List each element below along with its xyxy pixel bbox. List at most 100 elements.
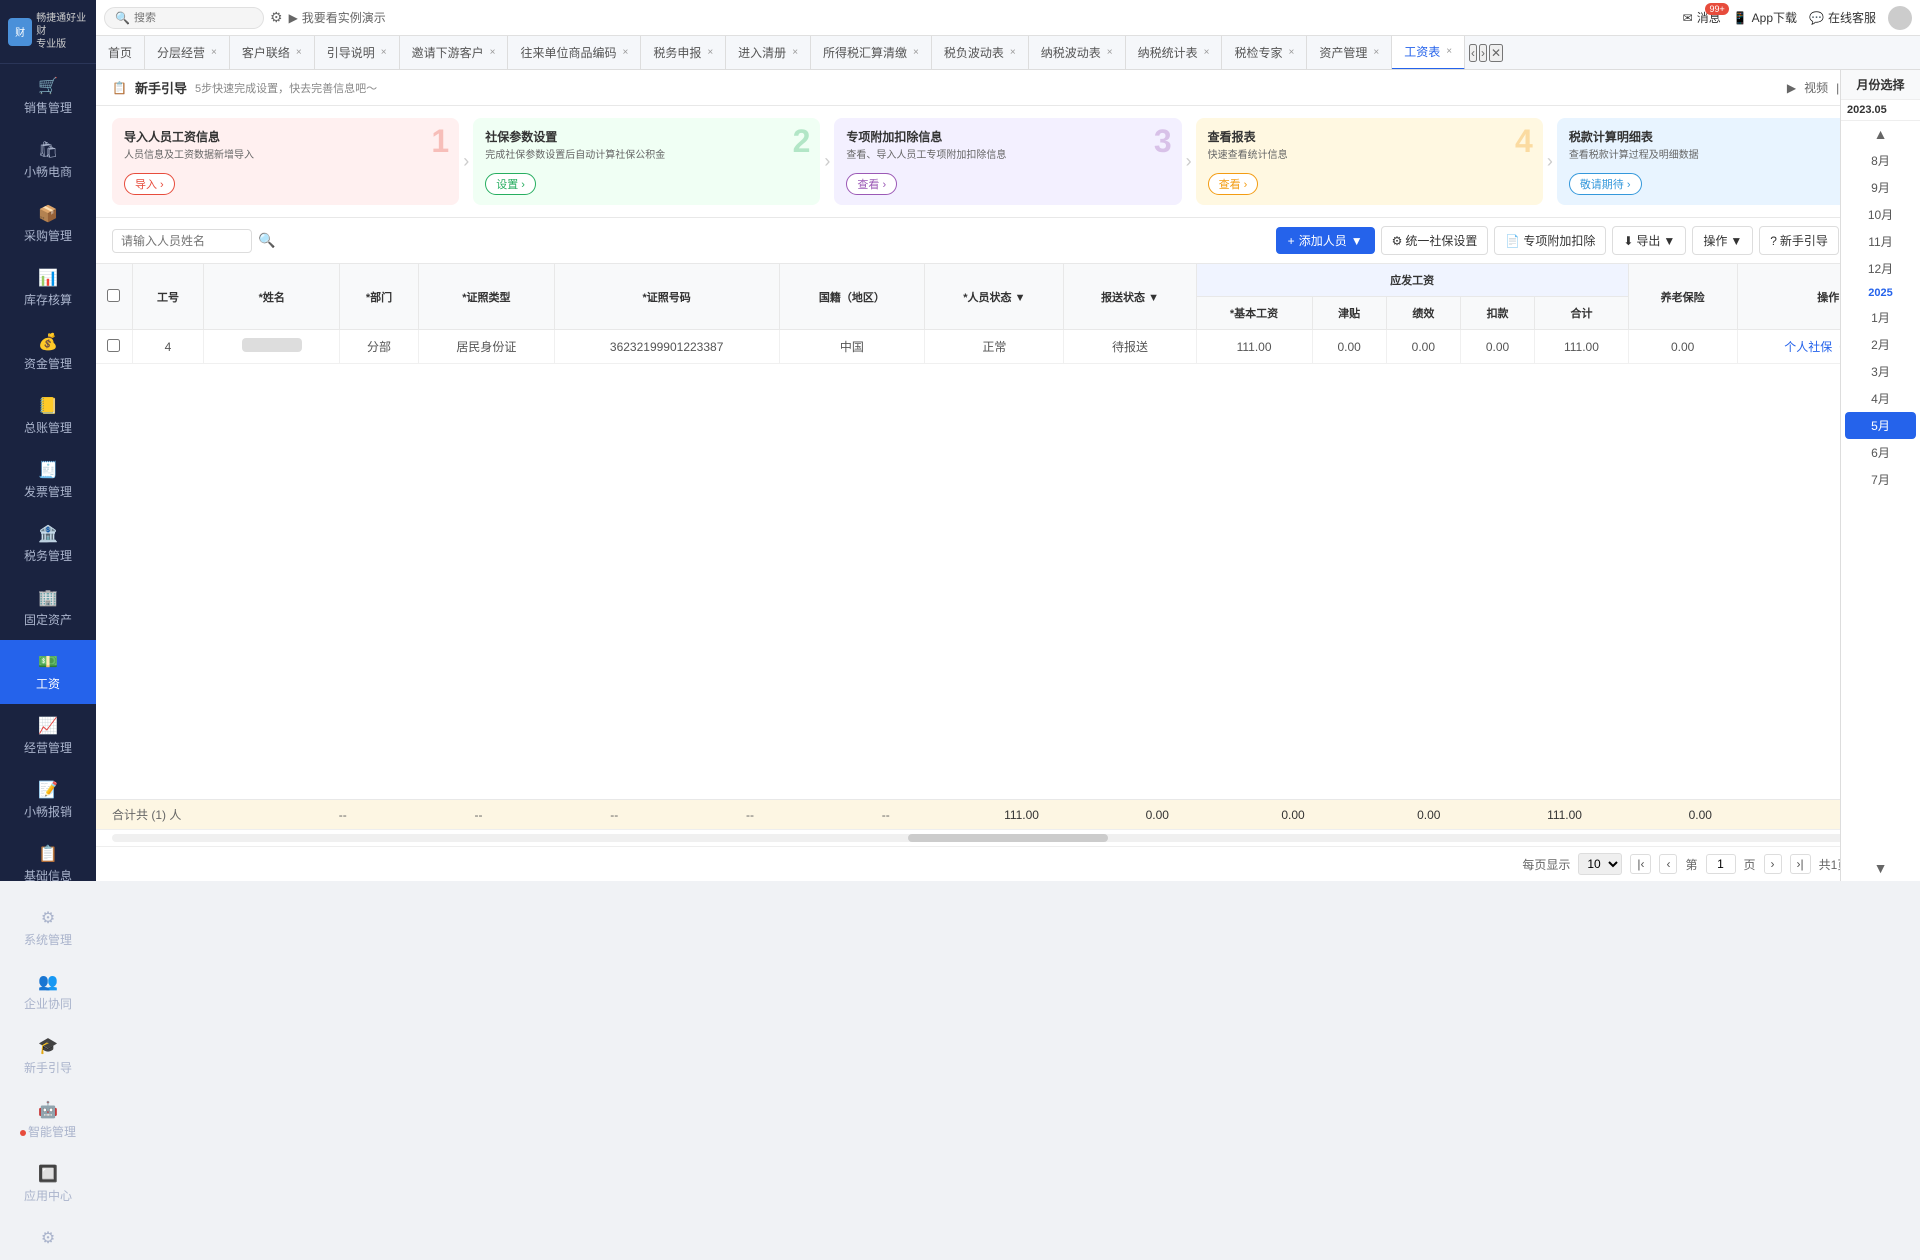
tab-tax-expert[interactable]: 税检专家 × — [1222, 36, 1307, 70]
month-item-1[interactable]: 1月 — [1841, 304, 1920, 331]
step-4-btn[interactable]: 查看 › — [1208, 173, 1259, 195]
demo-link[interactable]: ▶ 我要看实例演示 — [289, 9, 386, 26]
sidebar-item-system[interactable]: ⚙ 系统管理 — [0, 896, 96, 960]
tab-home[interactable]: 首页 — [96, 36, 145, 70]
tab-tax-report[interactable]: 税务申报 × — [641, 36, 726, 70]
tab-nav-prev[interactable]: ‹ — [1469, 44, 1477, 62]
sidebar-item-operations[interactable]: 📈 经营管理 — [0, 704, 96, 768]
month-item-6[interactable]: 6月 — [1841, 439, 1920, 466]
page-number-input[interactable] — [1706, 854, 1736, 874]
step-3: 3 专项附加扣除信息 查看、导入人员工专项附加扣除信息 查看 › — [834, 118, 1181, 205]
employee-search-button[interactable]: 🔍 — [258, 232, 275, 249]
step-1-btn[interactable]: 导入 › — [124, 173, 175, 195]
step-2-btn[interactable]: 设置 › — [485, 173, 536, 195]
tab-tax-stat-close[interactable]: × — [1107, 47, 1113, 58]
tab-clearance[interactable]: 进入清册 × — [726, 36, 811, 70]
horizontal-scrollbar[interactable] — [96, 829, 1920, 846]
month-item-7[interactable]: 7月 — [1841, 466, 1920, 493]
sidebar-item-purchase[interactable]: 📦 采购管理 — [0, 192, 96, 256]
month-item-11[interactable]: 11月 — [1841, 228, 1920, 255]
month-item-10[interactable]: 10月 — [1841, 201, 1920, 228]
page-prev-btn[interactable]: ‹ — [1659, 854, 1677, 874]
sidebar-item-ecommerce[interactable]: 🛍 小畅电商 — [0, 128, 96, 192]
row-checkbox[interactable] — [107, 339, 120, 352]
sidebar-item-app-center[interactable]: 🔲 应用中心 — [0, 1152, 96, 1216]
page-last-btn[interactable]: ›| — [1790, 854, 1811, 874]
app-logo: 财 畅捷通好业财专业版 — [0, 0, 96, 64]
month-item-4[interactable]: 4月 — [1841, 385, 1920, 412]
sidebar-item-inventory[interactable]: 📊 库存核算 — [0, 256, 96, 320]
sidebar-item-guide[interactable]: 🎓 新手引导 — [0, 1024, 96, 1088]
month-item-8[interactable]: 8月 — [1841, 147, 1920, 174]
scrollbar-thumb[interactable] — [908, 834, 1108, 842]
tab-tax-exempt-close[interactable]: × — [1010, 47, 1016, 58]
tab-nav-next[interactable]: › — [1479, 44, 1487, 62]
tab-asset[interactable]: 资产管理 × — [1307, 36, 1392, 70]
tab-asset-close[interactable]: × — [1373, 47, 1379, 58]
tab-invite-close[interactable]: × — [490, 47, 496, 58]
tab-customer-close[interactable]: × — [296, 47, 302, 58]
page-first-btn[interactable]: |‹ — [1630, 854, 1651, 874]
guide-video-label[interactable]: 视频 — [1804, 79, 1828, 96]
sidebar-item-basic[interactable]: 📋 基础信息 — [0, 832, 96, 896]
employee-search-input[interactable] — [112, 229, 252, 253]
tab-customer[interactable]: 客户联络 × — [230, 36, 315, 70]
social-settings-button[interactable]: ⚙ 统一社保设置 — [1381, 226, 1489, 255]
sidebar-item-finance[interactable]: 💰 资金管理 — [0, 320, 96, 384]
tab-tax-exempt[interactable]: 税负波动表 × — [932, 36, 1029, 70]
select-all-checkbox[interactable] — [107, 289, 120, 302]
tab-clearance-close[interactable]: × — [792, 47, 798, 58]
month-item-3[interactable]: 3月 — [1841, 358, 1920, 385]
tab-guide-close[interactable]: × — [381, 47, 387, 58]
sidebar-item-tax[interactable]: 🏦 税务管理 — [0, 512, 96, 576]
tab-tier-close[interactable]: × — [211, 47, 217, 58]
app-download-button[interactable]: 📱 App下载 — [1733, 9, 1797, 26]
tab-tax-calc-close[interactable]: × — [913, 47, 919, 58]
new-guide-button[interactable]: ? 新手引导 — [1759, 226, 1839, 255]
tab-tax-report-close[interactable]: × — [707, 47, 713, 58]
sidebar-item-payroll[interactable]: 💵 工资 — [0, 640, 96, 704]
search-input[interactable] — [134, 12, 234, 24]
tab-nav-close-all[interactable]: ✕ — [1489, 44, 1503, 62]
special-deduction-button[interactable]: 📄 专项附加扣除 — [1494, 226, 1606, 255]
gear-icon[interactable]: ⚙ — [270, 9, 283, 26]
page-size-select[interactable]: 10 20 50 — [1578, 853, 1622, 875]
tab-tier[interactable]: 分层经营 × — [145, 36, 230, 70]
tab-guide[interactable]: 引导说明 × — [315, 36, 400, 70]
avatar[interactable] — [1888, 6, 1912, 30]
tab-invite[interactable]: 邀请下游客户 × — [400, 36, 509, 70]
step-3-btn[interactable]: 查看 › — [846, 173, 897, 195]
month-item-9[interactable]: 9月 — [1841, 174, 1920, 201]
tab-tax-count-close[interactable]: × — [1204, 47, 1210, 58]
topbar-search-box[interactable]: 🔍 — [104, 7, 264, 29]
tab-goods-code-close[interactable]: × — [622, 47, 628, 58]
sidebar-item-fixed-assets[interactable]: 🏢 固定资产 — [0, 576, 96, 640]
tab-goods-code[interactable]: 往来单位商品编码 × — [508, 36, 641, 70]
page-next-btn[interactable]: › — [1764, 854, 1782, 874]
month-prev-btn[interactable]: ▲ — [1871, 124, 1891, 144]
add-employee-button[interactable]: + 添加人员 ▼ — [1276, 227, 1375, 254]
sidebar-item-smart[interactable]: 🤖 智能管理 — [0, 1088, 96, 1152]
tab-payroll[interactable]: 工资表 × — [1392, 36, 1465, 70]
tab-tax-stat[interactable]: 纳税波动表 × — [1029, 36, 1126, 70]
message-button[interactable]: ✉ 消息 99+ — [1683, 9, 1721, 26]
month-item-5[interactable]: 5月 — [1845, 412, 1916, 439]
sidebar-item-report[interactable]: 📝 小畅报销 — [0, 768, 96, 832]
tab-payroll-close[interactable]: × — [1446, 46, 1452, 57]
sidebar-item-settings[interactable]: ⚙ — [0, 1216, 96, 1260]
sidebar-item-sales[interactable]: 🛒 销售管理 — [0, 64, 96, 128]
export-button[interactable]: ⬇ 导出 ▼ — [1612, 226, 1686, 255]
month-item-2[interactable]: 2月 — [1841, 331, 1920, 358]
tab-tax-expert-close[interactable]: × — [1288, 47, 1294, 58]
operations-button[interactable]: 操作 ▼ — [1692, 226, 1753, 255]
action-social[interactable]: 个人社保 — [1784, 340, 1832, 354]
step-5-btn[interactable]: 敬请期待 › — [1569, 173, 1642, 195]
sidebar-item-ledger[interactable]: 📒 总账管理 — [0, 384, 96, 448]
sidebar-item-collab[interactable]: 👥 企业协同 — [0, 960, 96, 1024]
month-item-12[interactable]: 12月 — [1841, 255, 1920, 282]
online-service-button[interactable]: 💬 在线客服 — [1809, 9, 1876, 26]
tab-tax-count[interactable]: 纳税统计表 × — [1126, 36, 1223, 70]
sidebar-item-invoice[interactable]: 🧾 发票管理 — [0, 448, 96, 512]
month-next-btn[interactable]: ▼ — [1871, 858, 1891, 878]
tab-tax-calc[interactable]: 所得税汇算清缴 × — [811, 36, 932, 70]
